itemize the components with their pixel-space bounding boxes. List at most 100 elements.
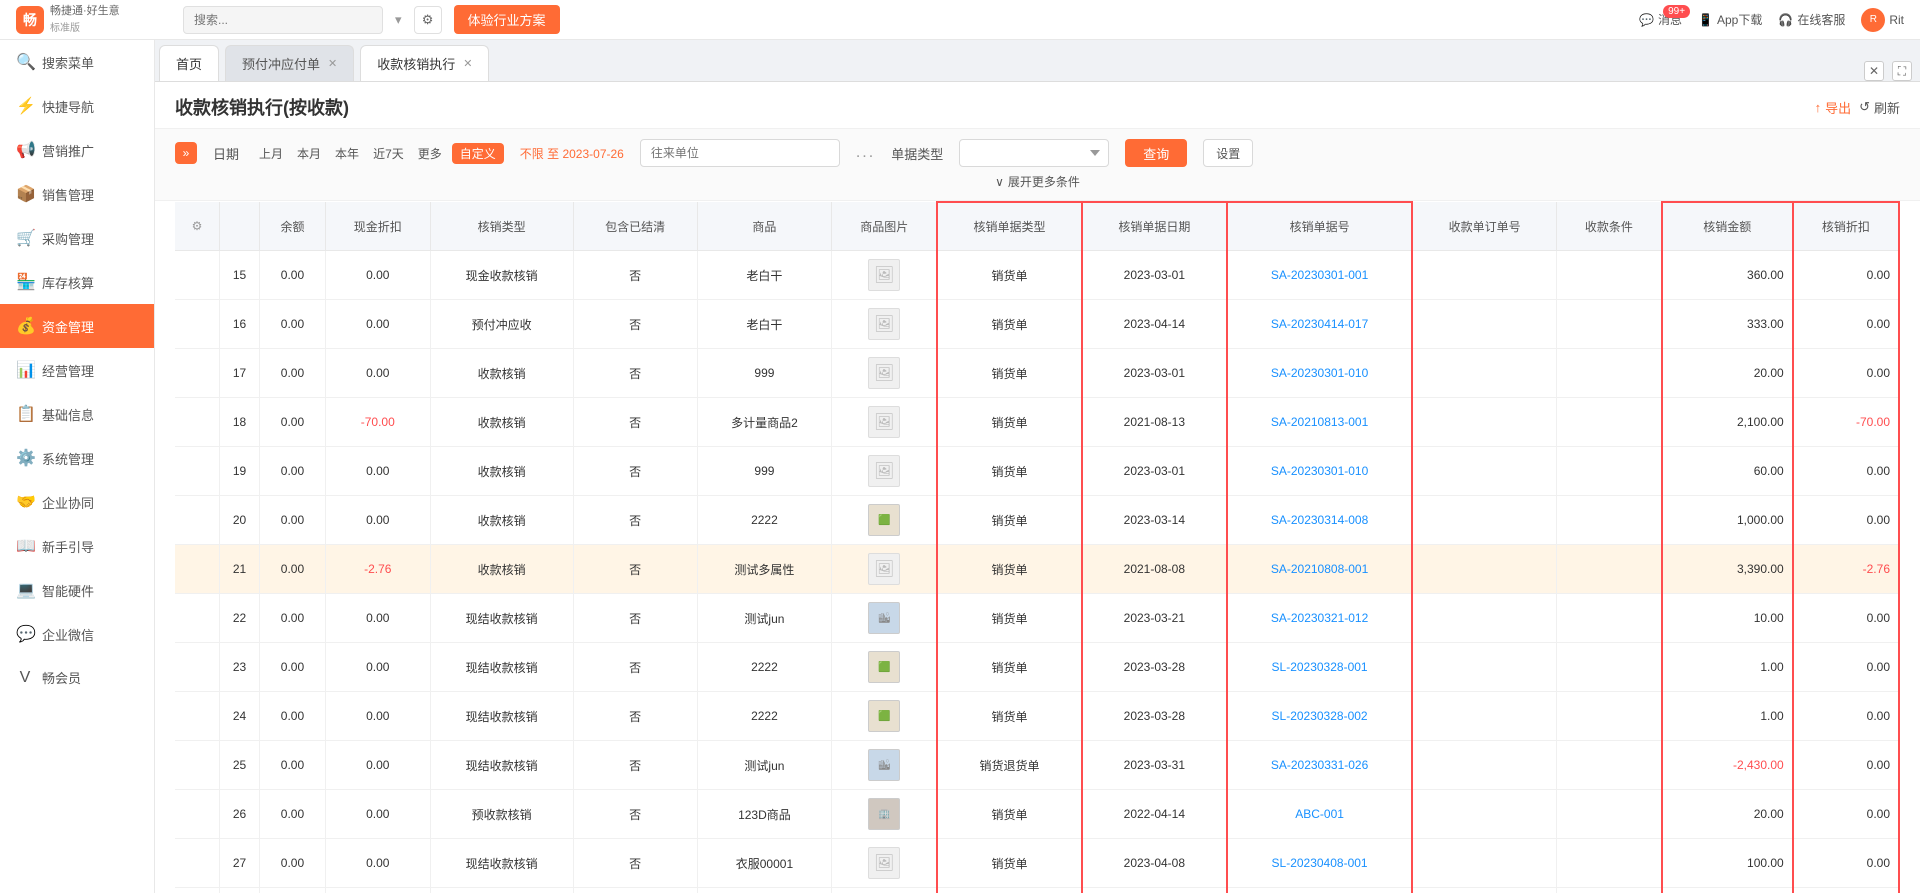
maximize-window-button[interactable]: ⛶ — [1892, 61, 1912, 81]
cell-settings[interactable] — [175, 888, 220, 893]
th-receipt-condition: 收款条件 — [1556, 202, 1661, 251]
sidebar-item-guide[interactable]: 📖 新手引导 — [0, 524, 154, 568]
cell-settings[interactable] — [175, 300, 220, 349]
filter-area: » 日期 上月 本月 本年 近7天 更多 自定义 不限 至 2023-07-26… — [155, 129, 1920, 201]
cell-goods-img: 🏙 — [832, 741, 937, 790]
date-custom-button[interactable]: 自定义 — [452, 143, 504, 164]
sidebar-item-quicknav[interactable]: ⚡ 快捷导航 — [0, 84, 154, 128]
filter-expand-button[interactable]: » — [175, 142, 197, 164]
user-profile[interactable]: R Rit — [1861, 8, 1904, 32]
cell-settings[interactable] — [175, 594, 220, 643]
cell-bill-no[interactable]: SA-20230321-012 — [1227, 594, 1413, 643]
cell-settings[interactable] — [175, 251, 220, 300]
online-service-link[interactable]: 🎧 在线客服 — [1778, 11, 1845, 28]
cell-balance: 0.00 — [260, 398, 326, 447]
query-button[interactable]: 查询 — [1125, 139, 1187, 167]
cell-bill-no[interactable]: SA-20230314-008 — [1227, 496, 1413, 545]
bill-no-link[interactable]: SL-20230328-002 — [1272, 709, 1368, 723]
top-search-input[interactable] — [183, 6, 383, 34]
setting-button[interactable]: 设置 — [1203, 139, 1253, 167]
column-settings-icon[interactable]: ⚙ — [183, 212, 211, 240]
cell-bill-no[interactable]: SL-20230408-001 — [1227, 839, 1413, 888]
cell-receipt-condition — [1556, 888, 1661, 893]
cell-bill-no[interactable]: SA-20230301-001 — [1227, 251, 1413, 300]
cell-settings[interactable] — [175, 741, 220, 790]
sidebar-item-hardware[interactable]: 💻 智能硬件 — [0, 568, 154, 612]
cell-bill-no[interactable]: SA-20230301-010 — [1227, 447, 1413, 496]
date-more[interactable]: 更多 — [414, 143, 446, 164]
cell-bill-no[interactable]: ABC-001 — [1227, 790, 1413, 839]
settings-gear-button[interactable]: ⚙ — [414, 6, 442, 34]
sidebar-item-cooperation[interactable]: 🤝 企业协同 — [0, 480, 154, 524]
cell-settings[interactable] — [175, 643, 220, 692]
cell-bill-no[interactable]: SA-20230301-010 — [1227, 349, 1413, 398]
cell-writeoff-type: 收款核销 — [430, 545, 573, 594]
bill-no-link[interactable]: SA-20230331-026 — [1271, 758, 1368, 772]
app-download-link[interactable]: 📱 App下载 — [1698, 11, 1762, 28]
cell-writeoff-amount: 3,390.00 — [1662, 545, 1793, 594]
tab-prepay[interactable]: 预付冲应付单 ✕ — [225, 45, 354, 81]
cell-balance: 0.00 — [260, 447, 326, 496]
cell-bill-no[interactable]: SA-20210813-001 — [1227, 398, 1413, 447]
cell-settings[interactable] — [175, 692, 220, 741]
cell-settings[interactable] — [175, 790, 220, 839]
tab-writeoff-close[interactable]: ✕ — [463, 57, 472, 70]
export-button[interactable]: ↑ 导出 — [1815, 98, 1852, 117]
tab-writeoff[interactable]: 收款核销执行 ✕ — [360, 45, 489, 81]
bill-no-link[interactable]: SL-20230408-001 — [1272, 856, 1368, 870]
expand-more-button[interactable]: ∨ 展开更多条件 — [995, 173, 1080, 190]
sidebar-item-vip[interactable]: V 畅会员 — [0, 656, 154, 699]
bill-no-link[interactable]: SA-20230414-017 — [1271, 317, 1368, 331]
sidebar-item-sales[interactable]: 📦 销售管理 — [0, 172, 154, 216]
sidebar-item-purchase[interactable]: 🛒 采购管理 — [0, 216, 154, 260]
bill-type-select[interactable] — [959, 139, 1109, 167]
refresh-button[interactable]: ↺ 刷新 — [1859, 98, 1900, 117]
bill-no-link[interactable]: SA-20230301-010 — [1271, 464, 1368, 478]
tab-prepay-close[interactable]: ✕ — [328, 57, 337, 70]
cell-settings[interactable] — [175, 839, 220, 888]
sidebar-item-basics[interactable]: 📋 基础信息 — [0, 392, 154, 436]
tab-home[interactable]: 首页 — [159, 45, 219, 81]
cell-bill-no[interactable]: SL-20230328-002 — [1227, 692, 1413, 741]
bill-no-link[interactable]: SL-20230328-001 — [1272, 660, 1368, 674]
cell-settings[interactable] — [175, 447, 220, 496]
th-settings[interactable]: ⚙ — [175, 202, 220, 251]
cell-bill-date: 2023-04-08 — [1082, 839, 1227, 888]
sidebar-item-system[interactable]: ⚙️ 系统管理 — [0, 436, 154, 480]
cell-bill-no[interactable]: SA-20230414-017 — [1227, 300, 1413, 349]
app-logo: 畅 — [16, 6, 44, 34]
sidebar-item-inventory[interactable]: 🏪 库存核算 — [0, 260, 154, 304]
cell-bill-no[interactable]: SA-20210808-001 — [1227, 545, 1413, 594]
cell-settings[interactable] — [175, 349, 220, 398]
date-last-7-days[interactable]: 近7天 — [369, 143, 408, 164]
message-notification[interactable]: 💬 消息 99+ — [1639, 11, 1682, 28]
bill-no-link[interactable]: SA-20210813-001 — [1271, 415, 1368, 429]
bill-no-link[interactable]: ABC-001 — [1295, 807, 1344, 821]
bill-no-link[interactable]: SA-20230301-001 — [1271, 268, 1368, 282]
cell-balance: 0.00 — [260, 496, 326, 545]
bill-no-link[interactable]: SA-20230314-008 — [1271, 513, 1368, 527]
table-wrapper[interactable]: ⚙ 余额 现金折扣 核销类型 包含已结清 商品 商品图片 核销单据类型 核销单据… — [155, 201, 1920, 893]
trial-industry-button[interactable]: 体验行业方案 — [454, 5, 560, 34]
search-dropdown-arrow[interactable]: ▾ — [395, 12, 402, 28]
sidebar-item-search[interactable]: 🔍 搜索菜单 — [0, 40, 154, 84]
table-body: 15 0.00 0.00 现金收款核销 否 老白干 🖼 销货单 2023-03-… — [175, 251, 1899, 893]
cell-bill-no[interactable]: SA-20230331-026 — [1227, 741, 1413, 790]
sidebar-item-marketing[interactable]: 📢 营销推广 — [0, 128, 154, 172]
date-last-month[interactable]: 上月 — [255, 143, 287, 164]
bill-no-link[interactable]: SA-20230301-010 — [1271, 366, 1368, 380]
close-window-button[interactable]: ✕ — [1864, 61, 1884, 81]
date-this-month[interactable]: 本月 — [293, 143, 325, 164]
bill-no-link[interactable]: SA-20210808-001 — [1271, 562, 1368, 576]
cell-settings[interactable] — [175, 545, 220, 594]
cell-bill-no[interactable]: SL-20230418-001 — [1227, 888, 1413, 893]
sidebar-item-operations[interactable]: 📊 经营管理 — [0, 348, 154, 392]
bill-no-link[interactable]: SA-20230321-012 — [1271, 611, 1368, 625]
cell-settings[interactable] — [175, 496, 220, 545]
cell-settings[interactable] — [175, 398, 220, 447]
from-unit-input[interactable] — [640, 139, 840, 167]
date-this-year[interactable]: 本年 — [331, 143, 363, 164]
sidebar-item-wechat[interactable]: 💬 企业微信 — [0, 612, 154, 656]
sidebar-item-finance[interactable]: 💰 资金管理 — [0, 304, 154, 348]
cell-bill-no[interactable]: SL-20230328-001 — [1227, 643, 1413, 692]
